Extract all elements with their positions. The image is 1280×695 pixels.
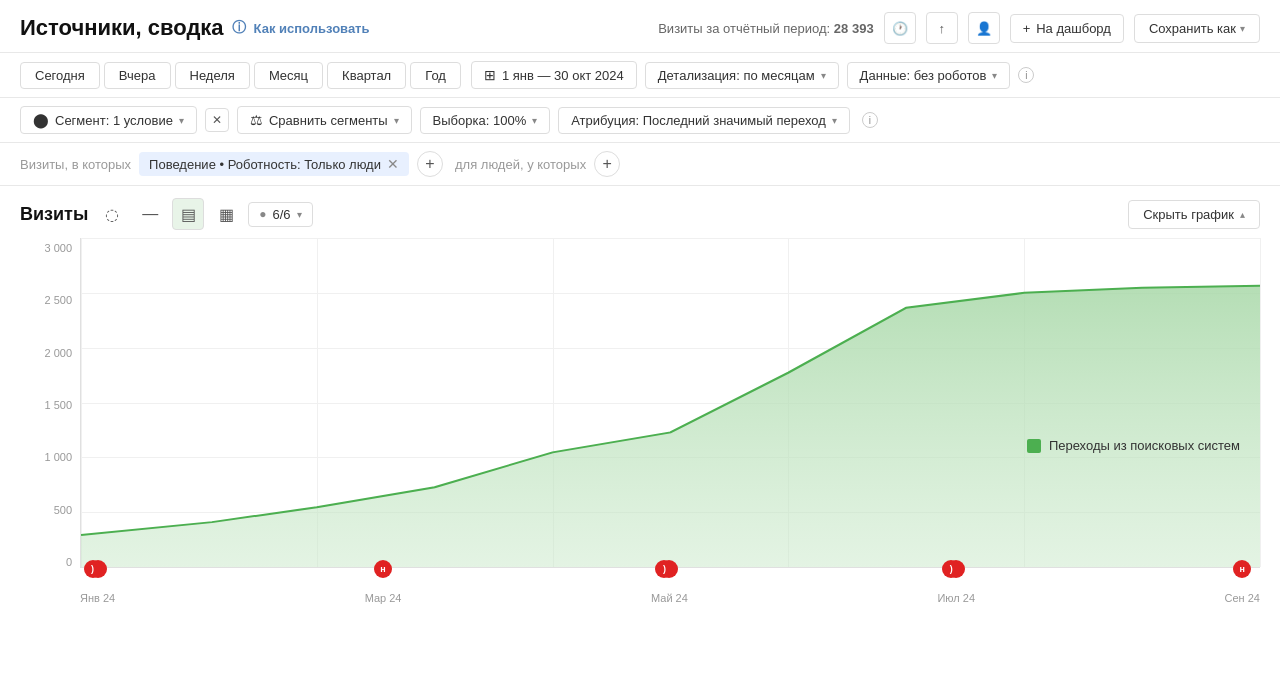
x-marker-may-2: ) [655,560,673,578]
date-tabs-row: Сегодня Вчера Неделя Месяц Квартал Год ⊞… [0,53,1280,98]
filter-visits-label: Визиты, в которых [20,157,131,172]
x-label-jan: н ) Янв 24 [80,588,115,604]
tab-month[interactable]: Месяц [254,62,323,89]
y-label-500: 500 [54,504,72,516]
tab-week[interactable]: Неделя [175,62,250,89]
tab-year[interactable]: Год [410,62,461,89]
page-title-area: Источники, сводка ⓘ Как использовать [20,15,369,41]
share-icon-btn[interactable]: ↑ [926,12,958,44]
add-filter-button[interactable]: + [417,151,443,177]
tab-quarter[interactable]: Квартал [327,62,406,89]
sample-button[interactable]: Выборка: 100% ▾ [420,107,551,134]
chart-title-area: Визиты ◌ — ▤ ▦ ● 6/6 ▾ [20,198,313,230]
chart-type-smooth[interactable]: — [134,198,166,230]
vgrid-6 [1260,238,1261,567]
segment-row: ⬤ Сегмент: 1 условие ▾ ✕ ⚖ Сравнить сегм… [0,98,1280,143]
chart-type-line[interactable]: ◌ [96,198,128,230]
x-marker-mar: н [374,560,392,578]
data-button[interactable]: Данные: без роботов ▾ [847,62,1011,89]
x-label-sep: н Сен 24 [1225,588,1260,604]
filter-tag-close[interactable]: ✕ [387,156,399,172]
y-label-2500: 2 500 [44,294,72,306]
for-people-label: для людей, у которых [455,157,586,172]
area-chart-svg [81,238,1260,567]
header-right: Визиты за отчётный период: 28 393 🕐 ↑ 👤 … [658,12,1260,44]
x-label-jul: н ) Июл 24 [937,588,975,604]
chart-section: Визиты ◌ — ▤ ▦ ● 6/6 ▾ Скрыть график ▴ 3… [0,186,1280,608]
x-marker-jul-2: ) [942,560,960,578]
series-selector[interactable]: ● 6/6 ▾ [248,202,312,227]
compare-segments-button[interactable]: ⚖ Сравнить сегменты ▾ [237,106,412,134]
filter-tag: Поведение • Роботность: Только люди ✕ [139,152,409,176]
attr-info-icon[interactable]: i [862,112,878,128]
compare-icon-btn[interactable]: 👤 [968,12,1000,44]
y-axis: 3 000 2 500 2 000 1 500 1 000 500 0 [20,238,80,568]
save-as-button[interactable]: Сохранить как ▾ [1134,14,1260,43]
tab-today[interactable]: Сегодня [20,62,100,89]
chart-legend: Переходы из поисковых систем [1027,438,1240,453]
x-marker-sep: н [1233,560,1251,578]
history-icon-btn[interactable]: 🕐 [884,12,916,44]
data-info-icon[interactable]: i [1018,67,1034,83]
chart-area: 3 000 2 500 2 000 1 500 1 000 500 0 [20,238,1260,608]
how-to-use-link[interactable]: Как использовать [254,21,370,36]
date-range-button[interactable]: ⊞ 1 янв — 30 окт 2024 [471,61,637,89]
hide-chart-button[interactable]: Скрыть график ▴ [1128,200,1260,229]
chart-type-area[interactable]: ▤ [172,198,204,230]
filter-row: Визиты, в которых Поведение • Роботность… [0,143,1280,186]
chart-controls: ◌ — ▤ ▦ ● 6/6 ▾ [96,198,312,230]
y-label-0: 0 [66,556,72,568]
segment-close-button[interactable]: ✕ [205,108,229,132]
attr-button[interactable]: Атрибуция: Последний значимый переход ▾ [558,107,850,134]
chart-plot [80,238,1260,568]
x-label-mar: н Мар 24 [365,588,402,604]
y-label-2000: 2 000 [44,347,72,359]
x-marker-jan-2: ) [84,560,102,578]
add-people-filter-button[interactable]: + [594,151,620,177]
x-label-may: н ) Май 24 [651,588,688,604]
detail-button[interactable]: Детализация: по месяцам ▾ [645,62,839,89]
y-label-3000: 3 000 [44,242,72,254]
chart-header: Визиты ◌ — ▤ ▦ ● 6/6 ▾ Скрыть график ▴ [20,198,1260,230]
page-title: Источники, сводка [20,15,224,41]
y-label-1500: 1 500 [44,399,72,411]
visits-label: Визиты за отчётный период: 28 393 [658,21,873,36]
dashboard-button[interactable]: + На дашборд [1010,14,1124,43]
legend-color-box [1027,439,1041,453]
area-polygon [81,286,1260,567]
y-label-1000: 1 000 [44,451,72,463]
legend-label: Переходы из поисковых систем [1049,438,1240,453]
segment-button[interactable]: ⬤ Сегмент: 1 условие ▾ [20,106,197,134]
info-icon[interactable]: ⓘ [232,19,246,37]
header: Источники, сводка ⓘ Как использовать Виз… [0,0,1280,53]
chart-title: Визиты [20,204,88,225]
tab-yesterday[interactable]: Вчера [104,62,171,89]
chart-type-bar[interactable]: ▦ [210,198,242,230]
x-axis: н ) Янв 24 н Мар 24 н ) Май 24 [80,568,1260,608]
